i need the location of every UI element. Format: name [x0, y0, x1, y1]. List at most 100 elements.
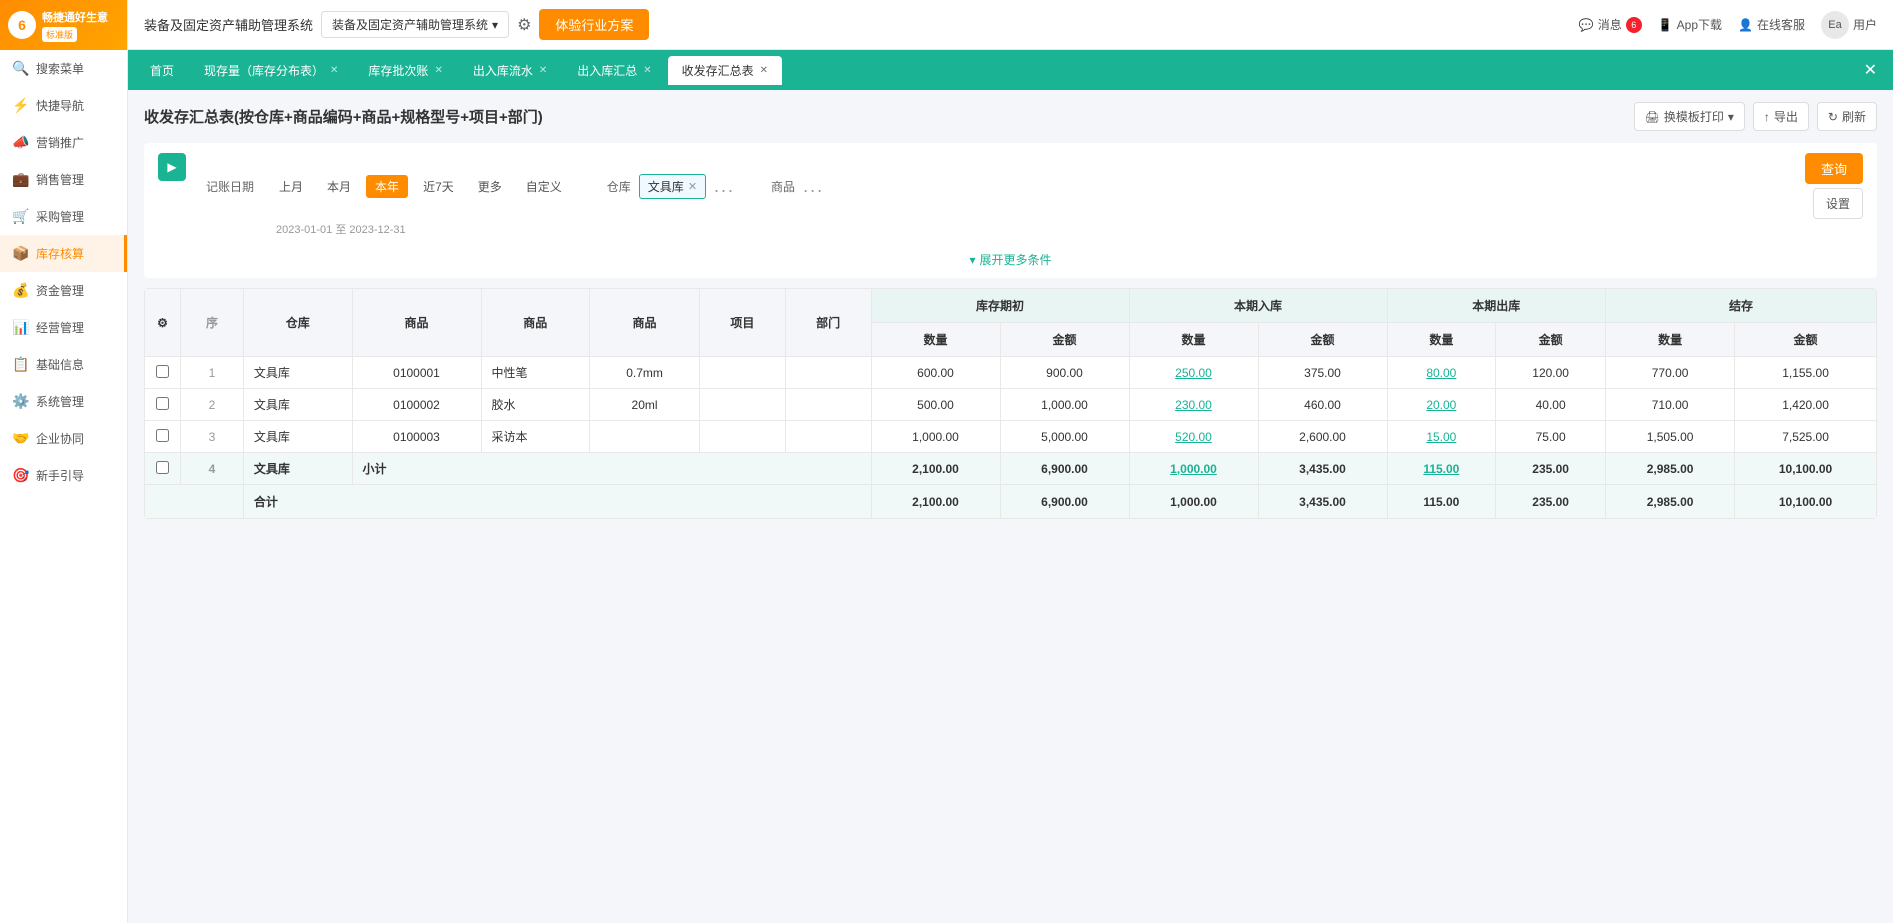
- goods-more[interactable]: ...: [803, 176, 824, 197]
- sidebar-icon-search: 🔍: [12, 60, 30, 77]
- row-checkbox[interactable]: [145, 357, 181, 389]
- sidebar-item-quicknav[interactable]: ⚡快捷导航: [0, 87, 127, 124]
- col-goods-spec-header: 商品: [590, 289, 700, 357]
- tab-label-inout-flow: 出入库流水: [473, 62, 533, 79]
- row-out-qty[interactable]: 20.00: [1387, 389, 1496, 421]
- sidebar-item-newbie[interactable]: 🎯新手引导: [0, 457, 127, 494]
- app-download-item[interactable]: 📱 App下载: [1658, 16, 1722, 33]
- settings-btn[interactable]: 设置: [1813, 188, 1863, 219]
- user-item[interactable]: Ea 用户: [1821, 11, 1877, 39]
- topbar: 装备及固定资产辅助管理系统 装备及固定资产辅助管理系统 ▾ ⚙ 体验行业方案 💬…: [128, 0, 1893, 50]
- refresh-btn[interactable]: ↻ 刷新: [1817, 102, 1877, 131]
- online-service-item[interactable]: 👤 在线客服: [1738, 16, 1805, 33]
- expand-more-btn[interactable]: ▾ 展开更多条件: [969, 251, 1051, 268]
- sub-warehouse: 文具库: [243, 453, 352, 485]
- date-btn-this-month[interactable]: 本月: [318, 175, 360, 198]
- row-goods-name: 采访本: [481, 421, 590, 453]
- total-opening-amt: 6,900.00: [1000, 485, 1129, 519]
- sidebar-label-basic: 基础信息: [36, 356, 84, 373]
- total-in-amt: 3,435.00: [1258, 485, 1387, 519]
- warehouse-tag-close[interactable]: ✕: [688, 180, 697, 193]
- row-in-qty[interactable]: 250.00: [1129, 357, 1258, 389]
- sidebar-label-newbie: 新手引导: [36, 467, 84, 484]
- gear-icon: ⚙: [157, 316, 168, 330]
- date-btn-last7[interactable]: 近7天: [414, 175, 463, 198]
- sidebar-item-search[interactable]: 🔍 搜索菜单: [0, 50, 127, 87]
- total-opening-qty: 2,100.00: [871, 485, 1000, 519]
- tab-close-inout-flow[interactable]: ✕: [539, 65, 547, 76]
- sidebar-item-sales[interactable]: 💼销售管理: [0, 161, 127, 198]
- row-out-qty[interactable]: 15.00: [1387, 421, 1496, 453]
- tab-close-inout-summary[interactable]: ✕: [643, 65, 651, 76]
- col-settings-header[interactable]: ⚙: [145, 289, 181, 357]
- sidebar-item-system[interactable]: ⚙️系统管理: [0, 383, 127, 420]
- row-checkbox[interactable]: [145, 389, 181, 421]
- row-closing-qty: 770.00: [1606, 357, 1735, 389]
- template-print-btn[interactable]: 🖨 换模板打印 ▾: [1634, 102, 1745, 131]
- tab-close-recv-send-summary[interactable]: ✕: [760, 65, 768, 76]
- sidebar-label-search: 搜索菜单: [36, 60, 84, 77]
- total-closing-qty: 2,985.00: [1606, 485, 1735, 519]
- tab-close-batch-account[interactable]: ✕: [434, 65, 442, 76]
- row-project: [700, 389, 786, 421]
- sidebar-item-operations[interactable]: 📊经营管理: [0, 309, 127, 346]
- sub-checkbox[interactable]: [145, 453, 181, 485]
- date-btn-this-year[interactable]: 本年: [366, 175, 408, 198]
- avatar: Ea: [1821, 11, 1849, 39]
- sidebar-item-purchase[interactable]: 🛒采购管理: [0, 198, 127, 235]
- sub-out-qty[interactable]: 115.00: [1387, 453, 1496, 485]
- download-icon: 📱: [1658, 18, 1673, 32]
- page-title: 收发存汇总表(按仓库+商品编码+商品+规格型号+项目+部门): [144, 106, 543, 127]
- date-btn-custom[interactable]: 自定义: [517, 175, 571, 198]
- tab-label-batch-account: 库存批次账: [368, 62, 428, 79]
- export-btn[interactable]: ↑ 导出: [1753, 102, 1809, 131]
- sidebar-item-basic[interactable]: 📋 基础信息: [0, 346, 127, 383]
- sub-num: 4: [181, 453, 244, 485]
- row-opening-amt: 900.00: [1000, 357, 1129, 389]
- col-out-header: 本期出库: [1387, 289, 1606, 323]
- col-in-header: 本期入库: [1129, 289, 1387, 323]
- tab-inout-summary[interactable]: 出入库汇总✕: [563, 56, 665, 85]
- sidebar-icon-basic: 📋: [12, 356, 30, 373]
- sub-in-qty[interactable]: 1,000.00: [1129, 453, 1258, 485]
- tab-batch-account[interactable]: 库存批次账 ✕: [354, 56, 456, 85]
- warehouse-more[interactable]: ...: [714, 176, 735, 197]
- sidebar-item-marketing[interactable]: 📣营销推广: [0, 124, 127, 161]
- notifications-item[interactable]: 💬 消息 6: [1579, 16, 1642, 33]
- row-checkbox[interactable]: [145, 421, 181, 453]
- settings-icon[interactable]: ⚙: [517, 15, 531, 35]
- message-icon: 💬: [1579, 18, 1594, 32]
- service-icon: 👤: [1738, 18, 1753, 32]
- date-btn-more[interactable]: 更多: [469, 175, 511, 198]
- data-table: ⚙ 序 仓库 商品 商品 商品 项目 部门 库存期初 本期入库 本期出库 结存: [144, 288, 1877, 519]
- tab-close-stock-dist[interactable]: ✕: [330, 65, 338, 76]
- sidebar-icon-system: ⚙️: [12, 393, 30, 410]
- sidebar-item-finance[interactable]: 💰资金管理: [0, 272, 127, 309]
- col-warehouse-header: 仓库: [243, 289, 352, 357]
- row-project: [700, 421, 786, 453]
- row-in-qty[interactable]: 230.00: [1129, 389, 1258, 421]
- tab-home[interactable]: 首页: [136, 56, 188, 85]
- filter-expand-btn[interactable]: ▶: [158, 153, 186, 181]
- date-btn-prev-month[interactable]: 上月: [270, 175, 312, 198]
- try-btn[interactable]: 体验行业方案: [539, 9, 649, 40]
- row-in-amt: 460.00: [1258, 389, 1387, 421]
- sidebar-item-inventory[interactable]: 📦库存核算: [0, 235, 127, 272]
- row-num: 2: [181, 389, 244, 421]
- notifications-badge: 6: [1626, 17, 1642, 33]
- tab-inout-flow[interactable]: 出入库流水 ✕: [459, 56, 561, 85]
- tab-recv-send-summary[interactable]: 收发存汇总表 ✕: [668, 56, 782, 85]
- sidebar-item-enterprise[interactable]: 🤝企业协同: [0, 420, 127, 457]
- query-btn[interactable]: 查询: [1805, 153, 1863, 184]
- sidebar-icon-operations: 📊: [12, 319, 30, 336]
- tab-stock-dist[interactable]: 现存量（库存分布表）✕: [190, 56, 352, 85]
- system-dropdown[interactable]: 装备及固定资产辅助管理系统 ▾: [321, 11, 509, 38]
- total-row: 合计 2,100.00 6,900.00 1,000.00 3,435.00 1…: [145, 485, 1877, 519]
- tabbar-close-btn[interactable]: ✕: [1856, 56, 1885, 84]
- sidebar-label-enterprise: 企业协同: [36, 430, 84, 447]
- row-out-qty[interactable]: 80.00: [1387, 357, 1496, 389]
- printer-icon: 🖨: [1645, 110, 1660, 124]
- row-in-qty[interactable]: 520.00: [1129, 421, 1258, 453]
- tab-label-recv-send-summary: 收发存汇总表: [682, 62, 754, 79]
- page-actions: 🖨 换模板打印 ▾ ↑ 导出 ↻ 刷新: [1634, 102, 1877, 131]
